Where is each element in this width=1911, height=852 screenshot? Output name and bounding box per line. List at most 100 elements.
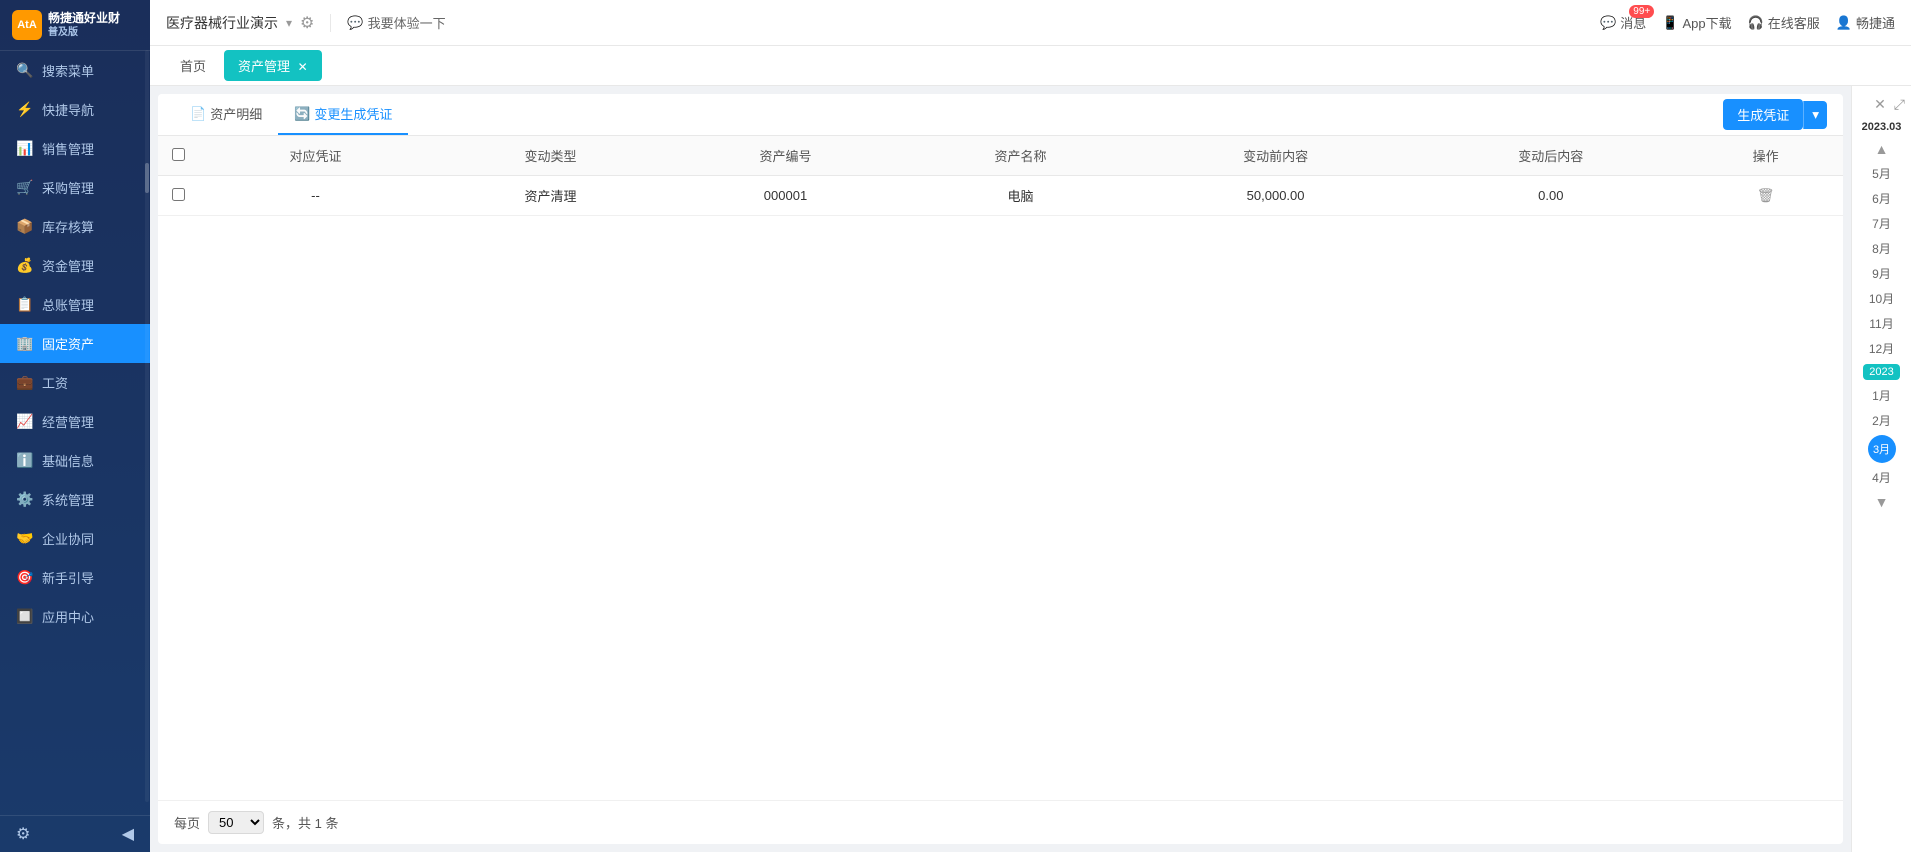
row-checkbox[interactable] bbox=[172, 188, 185, 201]
per-page-select[interactable]: 10 20 50 100 bbox=[208, 811, 264, 834]
year-tag-2023[interactable]: 2023 bbox=[1863, 364, 1899, 380]
online-service-label: 在线客服 bbox=[1768, 13, 1820, 32]
sidebar-label-ledger: 总账管理 bbox=[42, 295, 94, 314]
pagination: 每页 10 20 50 100 条，共 1 条 bbox=[158, 800, 1843, 844]
th-asset-name: 资产名称 bbox=[903, 136, 1138, 176]
tab-close-icon[interactable]: ✕ bbox=[298, 60, 308, 74]
messages-btn[interactable]: 💬 消息 99+ bbox=[1600, 13, 1646, 32]
sidebar-item-fixedasset[interactable]: 🏢 固定资产 bbox=[0, 324, 150, 363]
sidebar-item-collab[interactable]: 🤝 企业协同 bbox=[0, 519, 150, 558]
row-before-change: 50,000.00 bbox=[1138, 176, 1413, 216]
month-3-active[interactable]: 3月 bbox=[1868, 435, 1896, 463]
content-area: 📄 资产明细 🔄 变更生成凭证 生成凭证 ▾ bbox=[158, 94, 1843, 844]
month-1[interactable]: 1月 bbox=[1852, 383, 1911, 408]
scroll-up-btn[interactable]: ▲ bbox=[1871, 137, 1893, 161]
table-body: -- 资产清理 000001 电脑 50,000.00 0.00 🗑 bbox=[158, 176, 1843, 216]
sidebar-label-funds: 资金管理 bbox=[42, 256, 94, 275]
sidebar-item-sales[interactable]: 📊 销售管理 bbox=[0, 129, 150, 168]
scroll-down-btn[interactable]: ▼ bbox=[1871, 490, 1893, 514]
sidebar-item-ledger[interactable]: 📋 总账管理 bbox=[0, 285, 150, 324]
right-panel: ✕ ⤢ 2023.03 ▲ 5月 6月 7月 8月 9月 10月 11月 12月… bbox=[1851, 86, 1911, 852]
month-5[interactable]: 5月 bbox=[1852, 161, 1911, 186]
th-action: 操作 bbox=[1688, 136, 1843, 176]
month-12[interactable]: 12月 bbox=[1852, 336, 1911, 361]
month-11[interactable]: 11月 bbox=[1852, 311, 1911, 336]
th-checkbox bbox=[158, 136, 198, 176]
online-service-btn[interactable]: 🎧 在线客服 bbox=[1748, 13, 1820, 32]
sidebar-label-sales: 销售管理 bbox=[42, 139, 94, 158]
sidebar-item-payroll[interactable]: 💼 工资 bbox=[0, 363, 150, 402]
asset-detail-tab-icon: 📄 bbox=[190, 106, 206, 122]
tab-change-voucher[interactable]: 🔄 变更生成凭证 bbox=[278, 94, 408, 135]
sidebar-item-inventory[interactable]: 📦 库存核算 bbox=[0, 207, 150, 246]
user-icon: 👤 bbox=[1836, 15, 1852, 31]
tab-asset-mgmt[interactable]: 资产管理 ✕ bbox=[224, 50, 322, 81]
per-page-label: 每页 bbox=[174, 813, 200, 832]
generate-voucher-btn-group: 生成凭证 ▾ bbox=[1723, 99, 1827, 130]
basicinfo-icon: ℹ️ bbox=[16, 452, 34, 470]
app-version: 普及版 bbox=[48, 26, 120, 39]
month-7[interactable]: 7月 bbox=[1852, 211, 1911, 236]
month-8[interactable]: 8月 bbox=[1852, 236, 1911, 261]
sidebar-item-search[interactable]: 🔍 搜索菜单 bbox=[0, 51, 150, 90]
month-6[interactable]: 6月 bbox=[1852, 186, 1911, 211]
month-4[interactable]: 4月 bbox=[1852, 465, 1911, 490]
collapse-icon[interactable]: ◀ bbox=[122, 824, 134, 844]
month-list: ▲ 5月 6月 7月 8月 9月 10月 11月 12月 2023 1月 2月 … bbox=[1852, 137, 1911, 514]
sidebar-menu: 🔍 搜索菜单 ⚡ 快捷导航 📊 销售管理 🛒 采购管理 📦 库存核算 💰 资金管… bbox=[0, 51, 150, 815]
th-before-change: 变动前内容 bbox=[1138, 136, 1413, 176]
tab-asset-detail[interactable]: 📄 资产明细 bbox=[174, 94, 278, 135]
panel-expand-btn[interactable]: ⤢ bbox=[1892, 94, 1907, 115]
th-voucher: 对应凭证 bbox=[198, 136, 433, 176]
sidebar-bottom: ⚙ ◀ bbox=[0, 815, 150, 852]
sidebar-label-payroll: 工资 bbox=[42, 373, 68, 392]
sidebar-label-guide: 新手引导 bbox=[42, 568, 94, 587]
sidebar-label-ops: 经营管理 bbox=[42, 412, 94, 431]
month-2[interactable]: 2月 bbox=[1852, 408, 1911, 433]
sidebar-item-system[interactable]: ⚙️ 系统管理 bbox=[0, 480, 150, 519]
topbar-left: 医疗器械行业演示 ▾ ⚙ 💬 我要体验一下 bbox=[166, 13, 446, 33]
sidebar-item-purchase[interactable]: 🛒 采购管理 bbox=[0, 168, 150, 207]
sidebar-label-basicinfo: 基础信息 bbox=[42, 451, 94, 470]
sidebar-item-quicknav[interactable]: ⚡ 快捷导航 bbox=[0, 90, 150, 129]
row-action: 🗑 bbox=[1688, 176, 1843, 216]
user-btn[interactable]: 👤 畅捷通 bbox=[1836, 13, 1895, 32]
app-download-btn[interactable]: 📱 App下载 bbox=[1662, 13, 1731, 32]
ops-icon: 📈 bbox=[16, 413, 34, 431]
select-all-checkbox[interactable] bbox=[172, 148, 185, 161]
topbar-right: 💬 消息 99+ 📱 App下载 🎧 在线客服 👤 畅捷通 bbox=[1600, 13, 1895, 32]
month-10[interactable]: 10月 bbox=[1852, 286, 1911, 311]
generate-voucher-dropdown-btn[interactable]: ▾ bbox=[1803, 101, 1827, 129]
panel-close-btn[interactable]: ✕ bbox=[1872, 94, 1888, 115]
table-header-row: 对应凭证 变动类型 资产编号 资产名称 bbox=[158, 136, 1843, 176]
main-area: 医疗器械行业演示 ▾ ⚙ 💬 我要体验一下 💬 消息 99+ 📱 App下载 🎧… bbox=[150, 0, 1911, 852]
app-download-label: App下载 bbox=[1682, 13, 1731, 32]
panel-year-month: 2023.03 bbox=[1862, 121, 1902, 133]
generate-voucher-btn[interactable]: 生成凭证 bbox=[1723, 99, 1803, 130]
th-change-type: 变动类型 bbox=[433, 136, 668, 176]
appstore-icon: 🔲 bbox=[16, 608, 34, 626]
experience-btn[interactable]: 💬 我要体验一下 bbox=[347, 13, 445, 32]
sidebar: AtA 畅捷通好业财 普及版 🔍 搜索菜单 ⚡ 快捷导航 📊 销售管理 🛒 采购… bbox=[0, 0, 150, 852]
asset-detail-tab-label: 资产明细 bbox=[210, 104, 262, 123]
panel-header: ✕ ⤢ bbox=[1852, 90, 1911, 119]
row-checkbox-cell bbox=[158, 176, 198, 216]
sidebar-item-guide[interactable]: 🎯 新手引导 bbox=[0, 558, 150, 597]
sidebar-item-appstore[interactable]: 🔲 应用中心 bbox=[0, 597, 150, 636]
tabbar: 首页 资产管理 ✕ bbox=[150, 46, 1911, 86]
search-icon: 🔍 bbox=[16, 62, 34, 80]
sidebar-item-ops[interactable]: 📈 经营管理 bbox=[0, 402, 150, 441]
table-area: 对应凭证 变动类型 资产编号 资产名称 bbox=[158, 136, 1843, 800]
change-voucher-tab-label: 变更生成凭证 bbox=[314, 104, 392, 123]
company-settings-icon[interactable]: ⚙ bbox=[300, 13, 314, 33]
month-9[interactable]: 9月 bbox=[1852, 261, 1911, 286]
delete-row-btn[interactable]: 🗑 bbox=[1757, 187, 1775, 203]
company-dropdown-icon[interactable]: ▾ bbox=[286, 16, 292, 30]
tab-home[interactable]: 首页 bbox=[166, 50, 220, 81]
collab-icon: 🤝 bbox=[16, 530, 34, 548]
sidebar-item-funds[interactable]: 💰 资金管理 bbox=[0, 246, 150, 285]
sidebar-item-basicinfo[interactable]: ℹ️ 基础信息 bbox=[0, 441, 150, 480]
settings-icon[interactable]: ⚙ bbox=[16, 824, 30, 844]
messages-icon: 💬 bbox=[1600, 15, 1616, 31]
row-asset-name: 电脑 bbox=[903, 176, 1138, 216]
